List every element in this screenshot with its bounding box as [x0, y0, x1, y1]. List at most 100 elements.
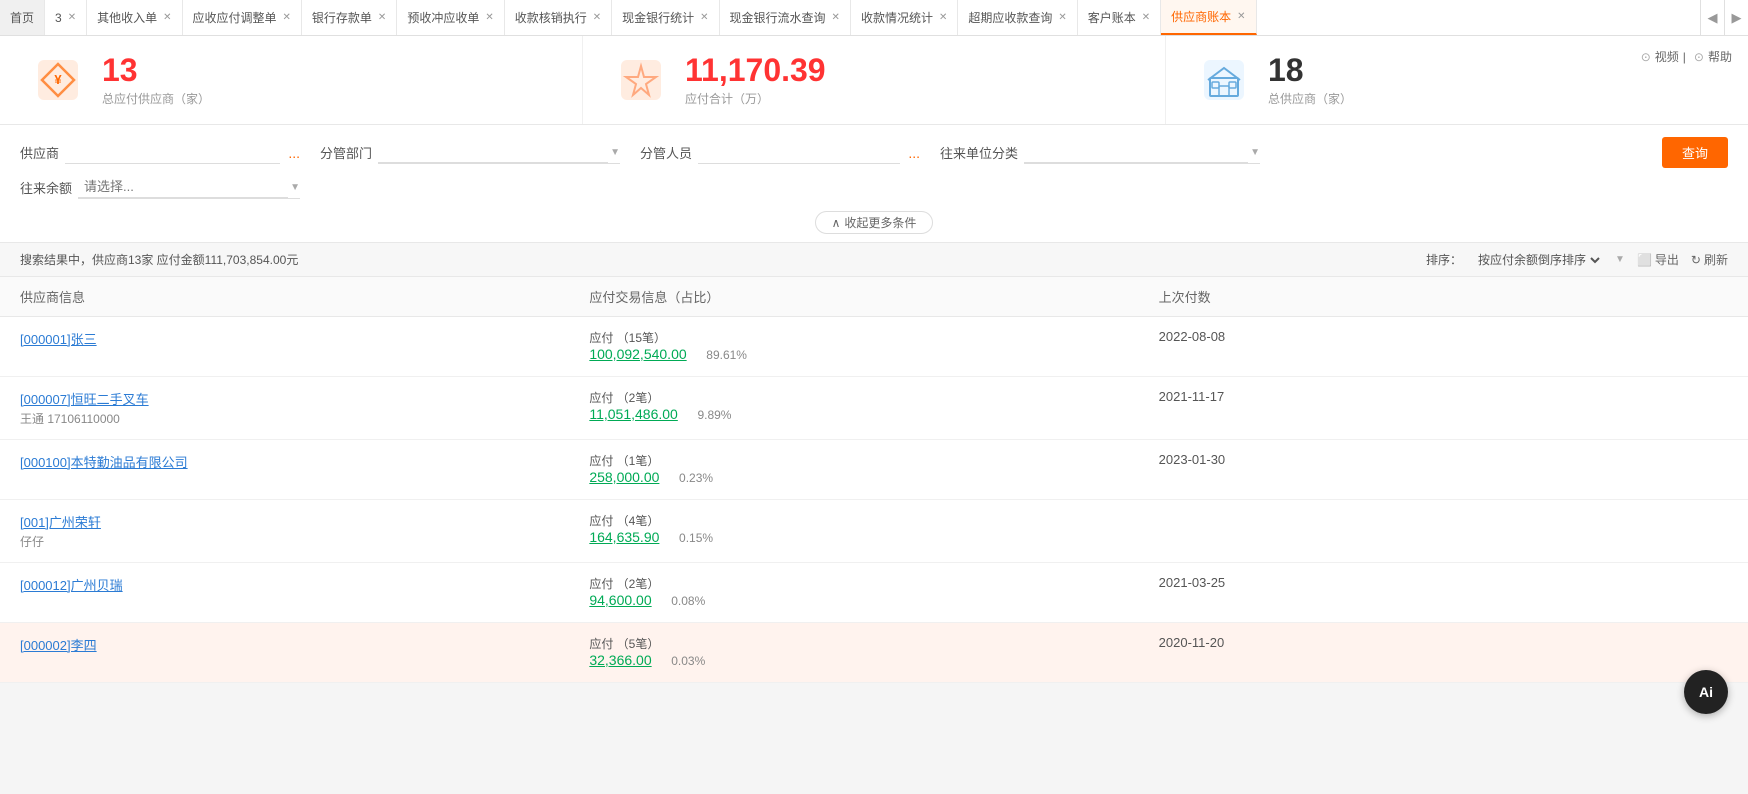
nav-next-arrow[interactable]: ▶: [1724, 0, 1748, 36]
trans-type-4: 应付 （4笔）: [589, 512, 1158, 529]
category-chevron-icon[interactable]: ▼: [1250, 147, 1260, 158]
supplier-link-2[interactable]: [000007]恒旺二手叉车: [20, 392, 149, 407]
supplier-cell-4: [001]广州荣轩 仔仔: [20, 512, 589, 550]
trans-type-2: 应付 （2笔）: [589, 389, 1158, 406]
trans-amount-1[interactable]: 100,092,540.00: [589, 346, 686, 362]
refresh-button[interactable]: ↻ 刷新: [1691, 251, 1728, 268]
nav-tab-cash-bank-stat[interactable]: 现金银行统计 ✕: [612, 0, 719, 35]
dept-select-wrap: ▼: [378, 141, 620, 164]
dept-chevron-icon[interactable]: ▼: [610, 147, 620, 158]
last-pay-date-6: 2020-11-20: [1159, 635, 1225, 650]
last-pay-cell-2: 2021-11-17: [1159, 389, 1501, 404]
supplier-input[interactable]: [65, 142, 280, 164]
collapse-label: 收起更多条件: [844, 214, 916, 231]
sort-select[interactable]: 按应付余额倒序排序 按应付余额正序排序 按供应商名称排序: [1474, 252, 1603, 268]
collapse-button[interactable]: ∧ 收起更多条件: [815, 211, 934, 234]
last-pay-cell-6: 2020-11-20: [1159, 635, 1501, 650]
nav-tab-overdue-query-close[interactable]: ✕: [1058, 12, 1066, 23]
supplier-table: 供应商信息 应付交易信息（占比） 上次付数 [000001]张三 应付 （15笔…: [0, 277, 1748, 683]
supplier-dots[interactable]: ...: [288, 145, 300, 161]
nav-tab-home-label: 首页: [10, 9, 34, 26]
table-row: [000007]恒旺二手叉车 王通 17106110000 应付 （2笔） 11…: [0, 377, 1748, 440]
supplier-cell-5: [000012]广州贝瑞: [20, 575, 589, 594]
nav-tab-supplier-ledger[interactable]: 供应商账本 ✕: [1161, 0, 1256, 35]
result-bar: 搜索结果中，供应商13家 应付金额111,703,854.00元 排序： 按应付…: [0, 243, 1748, 277]
transaction-cell-3: 应付 （1笔） 258,000.00 0.23%: [589, 452, 1158, 485]
payable-suppliers-number: 13: [102, 53, 210, 88]
person-input[interactable]: [698, 142, 900, 164]
dept-input[interactable]: [378, 141, 608, 163]
nav-tab-adjust[interactable]: 应收应付调整单 ✕: [183, 0, 302, 35]
nav-tab-overdue-query[interactable]: 超期应收款查询 ✕: [958, 0, 1077, 35]
nav-tab-bank-deposit-close[interactable]: ✕: [378, 12, 386, 23]
trans-type-5: 应付 （2笔）: [589, 575, 1158, 592]
nav-tab-cash-bank-stat-close[interactable]: ✕: [700, 12, 708, 23]
nav-tab-other-income-close[interactable]: ✕: [163, 12, 171, 23]
summary-card-total-suppliers: 18 总供应商（家） ⊙ 视频 | ⊙ 帮助: [1166, 36, 1748, 124]
nav-tab-customer-ledger[interactable]: 客户账本 ✕: [1078, 0, 1161, 35]
top-navigation: 首页 3 ✕ 其他收入单 ✕ 应收应付调整单 ✕ 银行存款单 ✕ 预收冲应收单 …: [0, 0, 1748, 36]
balance-input[interactable]: [78, 176, 288, 198]
nav-prev-arrow[interactable]: ◀: [1700, 0, 1724, 36]
nav-tab-prepay-offset-close[interactable]: ✕: [485, 12, 493, 23]
nav-tab-3-close[interactable]: ✕: [68, 12, 76, 23]
nav-tab-payment-verify[interactable]: 收款核销执行 ✕: [505, 0, 612, 35]
nav-tab-cash-bank-stat-label: 现金银行统计: [622, 9, 694, 26]
category-select-wrap: ▼: [1024, 141, 1260, 164]
trans-amount-3[interactable]: 258,000.00: [589, 469, 659, 485]
trans-amount-6[interactable]: 32,366.00: [589, 652, 651, 668]
help-link[interactable]: 帮助: [1708, 48, 1732, 65]
video-link[interactable]: 视频: [1655, 48, 1679, 65]
nav-tab-adjust-close[interactable]: ✕: [283, 12, 291, 23]
trans-amount-4[interactable]: 164,635.90: [589, 529, 659, 545]
trans-pct-3: 0.23%: [679, 471, 713, 485]
nav-tab-payment-verify-close[interactable]: ✕: [593, 12, 601, 23]
nav-tab-receipt-stat-close[interactable]: ✕: [939, 12, 947, 23]
transaction-cell-2: 应付 （2笔） 11,051,486.00 9.89%: [589, 389, 1158, 422]
nav-tab-payment-verify-label: 收款核销执行: [515, 9, 587, 26]
query-button[interactable]: 查询: [1662, 137, 1728, 168]
sort-chevron-icon: ▼: [1615, 254, 1625, 265]
nav-tab-supplier-ledger-close[interactable]: ✕: [1237, 11, 1245, 22]
nav-tab-3[interactable]: 3 ✕: [45, 0, 87, 35]
nav-tab-cash-flow-query[interactable]: 现金银行流水查询 ✕: [720, 0, 851, 35]
sort-label: 排序：: [1426, 251, 1462, 268]
supplier-link-5[interactable]: [000012]广州贝瑞: [20, 578, 123, 593]
supplier-link-4[interactable]: [001]广州荣轩: [20, 515, 101, 530]
export-button[interactable]: ⬜ 导出: [1637, 251, 1679, 268]
ai-button[interactable]: Ai: [1684, 670, 1728, 714]
supplier-link-1[interactable]: [000001]张三: [20, 332, 97, 347]
nav-tab-prepay-offset[interactable]: 预收冲应收单 ✕: [397, 0, 504, 35]
trans-pct-5: 0.08%: [671, 594, 705, 608]
export-icon: ⬜: [1637, 253, 1652, 267]
supplier-link-3[interactable]: [000100]本特勤油品有限公司: [20, 455, 188, 470]
chevron-up-icon: ∧: [832, 216, 841, 230]
supplier-cell-2: [000007]恒旺二手叉车 王通 17106110000: [20, 389, 589, 427]
summary-card-payable-amount: 11,170.39 应付合计（万）: [583, 36, 1166, 124]
card-content-payable-suppliers: 13 总应付供应商（家）: [102, 53, 210, 107]
supplier-cell-6: [000002]李四: [20, 635, 589, 654]
table-row: [000001]张三 应付 （15笔） 100,092,540.00 89.61…: [0, 317, 1748, 377]
category-input[interactable]: [1024, 141, 1248, 163]
summary-bar: ¥ 13 总应付供应商（家） 11,170.39 应付合计（万）: [0, 36, 1748, 125]
store-icon: [1196, 52, 1252, 108]
trans-amount-5[interactable]: 94,600.00: [589, 592, 651, 608]
result-text: 搜索结果中，供应商13家 应付金额111,703,854.00元: [20, 251, 298, 268]
filter-category: 往来单位分类 ▼: [940, 141, 1260, 164]
payable-amount-label: 应付合计（万）: [685, 90, 826, 107]
supplier-cell-1: [000001]张三: [20, 329, 589, 348]
nav-tab-receipt-stat[interactable]: 收款情况统计 ✕: [851, 0, 958, 35]
nav-tab-other-income[interactable]: 其他收入单 ✕: [87, 0, 182, 35]
nav-tab-cash-flow-query-close[interactable]: ✕: [832, 12, 840, 23]
person-dots[interactable]: ...: [908, 145, 920, 161]
help-circle-icon: ⊙: [1694, 50, 1704, 64]
filter-dept: 分管部门 ▼: [320, 141, 620, 164]
nav-tab-overdue-query-label: 超期应收款查询: [968, 9, 1052, 26]
supplier-link-6[interactable]: [000002]李四: [20, 638, 97, 653]
nav-tab-home[interactable]: 首页: [0, 0, 45, 35]
nav-tab-bank-deposit[interactable]: 银行存款单 ✕: [302, 0, 397, 35]
last-pay-date-1: 2022-08-08: [1159, 329, 1226, 344]
trans-amount-2[interactable]: 11,051,486.00: [589, 406, 678, 422]
balance-chevron-icon[interactable]: ▼: [290, 182, 300, 193]
nav-tab-customer-ledger-close[interactable]: ✕: [1142, 12, 1150, 23]
